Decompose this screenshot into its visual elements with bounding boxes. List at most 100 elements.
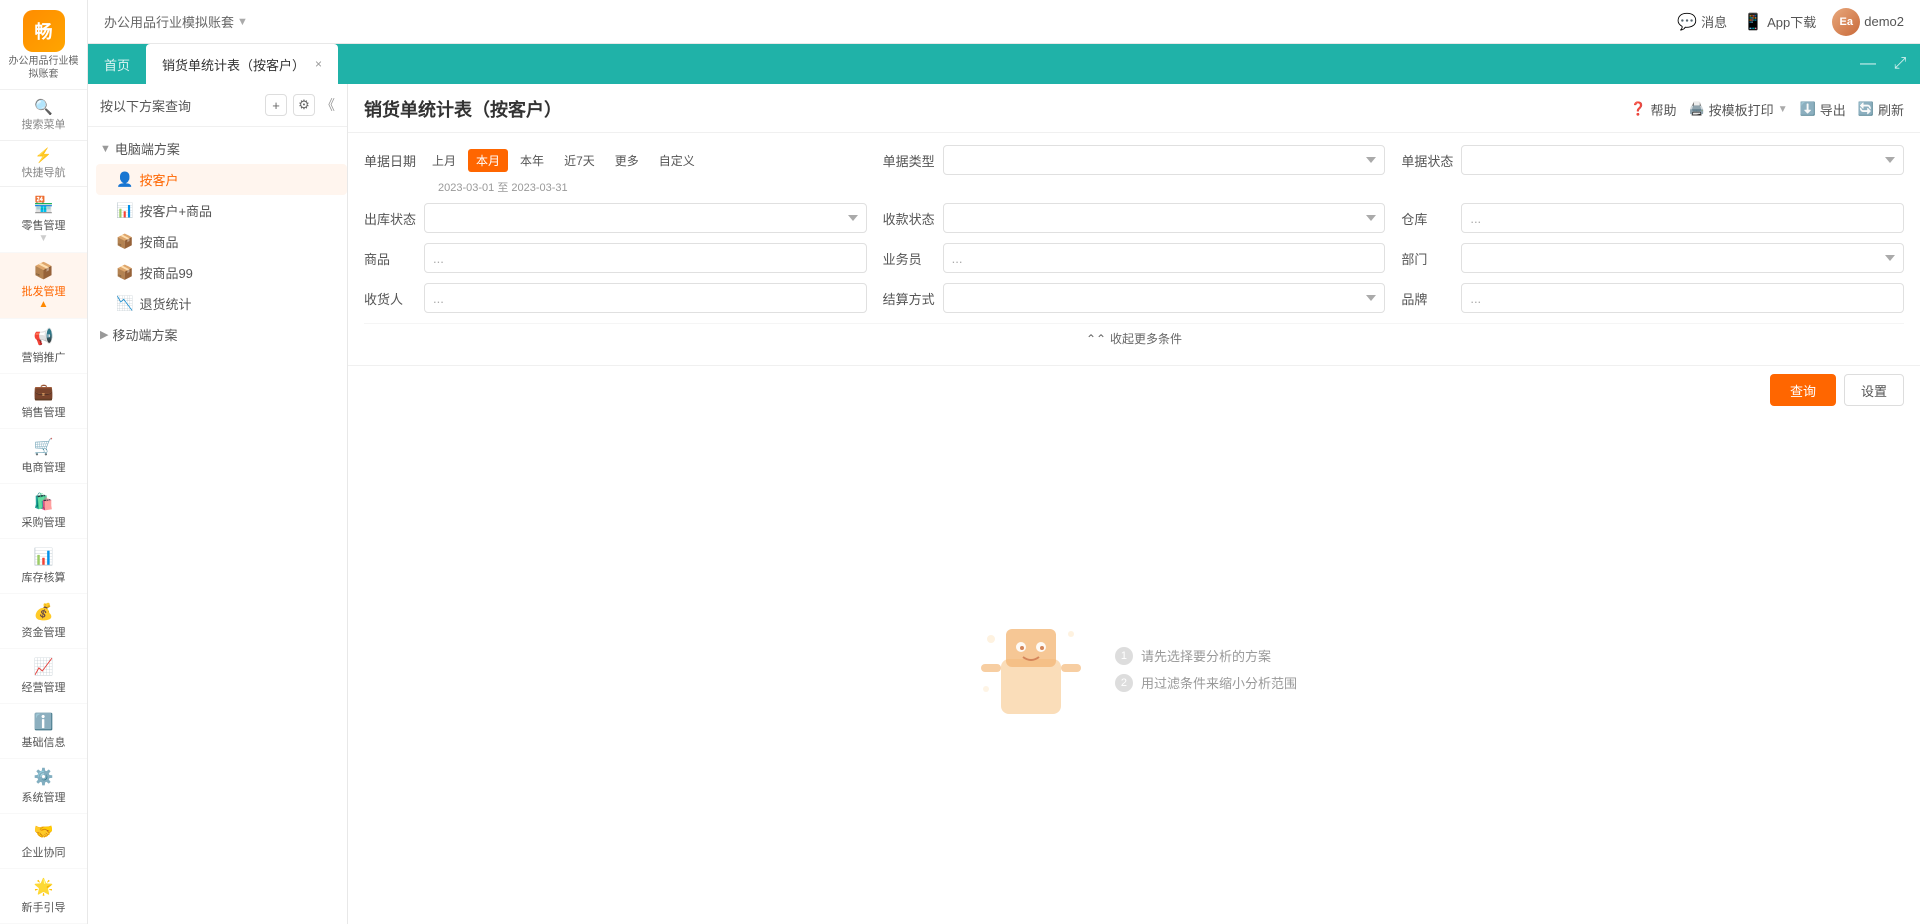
mobile-group-arrow: ▶ <box>100 328 108 341</box>
sidebar-item-newbie[interactable]: 🌟 新手引导 <box>0 869 87 924</box>
collapse-more-button[interactable]: ⌃⌃ 收起更多条件 <box>364 323 1904 353</box>
refresh-icon: 🔄 <box>1858 101 1874 117</box>
app-download-button[interactable]: 📱 App下载 <box>1743 12 1816 32</box>
sidebar-item-operations[interactable]: 📈 经营管理 <box>0 649 87 704</box>
receipt-status-select[interactable] <box>943 203 1386 233</box>
header-left: 办公用品行业模拟账套 ▼ <box>104 12 248 31</box>
page-header: 销货单统计表（按客户） ❓ 帮助 🖨️ 按模板打印 ▼ ⬇️ 导出 <box>348 84 1920 133</box>
main-area: 办公用品行业模拟账套 ▼ 💬 消息 📱 App下载 Ea demo2 首页 <box>88 0 1920 924</box>
content-area: 按以下方案查询 + ⚙ 《 ▼ 电脑端方案 👤 按客户 <box>88 84 1920 924</box>
mobile-group-label: 移动端方案 <box>112 325 177 344</box>
date-tab-current-year[interactable]: 本年 <box>512 149 552 172</box>
sidebar-item-sales[interactable]: 💼 销售管理 <box>0 374 87 429</box>
filter-row-3: 商品 ... 业务员 ... 部门 <box>364 243 1904 273</box>
date-range-text: 2023-03-01 至 2023-03-31 <box>438 182 568 194</box>
date-tab-custom[interactable]: 自定义 <box>651 149 703 172</box>
sidebar-item-inventory[interactable]: 📊 库存核算 <box>0 539 87 594</box>
help-button[interactable]: ❓ 帮助 <box>1630 100 1676 119</box>
refresh-button[interactable]: 🔄 刷新 <box>1858 100 1904 119</box>
out-status-select[interactable] <box>424 203 867 233</box>
filter-consignee: 收货人 ... <box>364 283 867 313</box>
mobile-group-header[interactable]: ▶ 移动端方案 <box>88 319 347 350</box>
date-tab-prev-month[interactable]: 上月 <box>424 149 464 172</box>
export-button[interactable]: ⬇️ 导出 <box>1800 100 1846 119</box>
product-icon: 📦 <box>116 233 133 250</box>
user-menu[interactable]: Ea demo2 <box>1832 8 1904 36</box>
consignee-label: 收货人 <box>364 289 416 308</box>
tab-expand-button[interactable]: ⤢ <box>1888 52 1912 76</box>
add-scheme-button[interactable]: + <box>265 94 287 116</box>
brand-dots[interactable]: ... <box>1470 291 1481 306</box>
page-title: 销货单统计表（按客户） <box>364 96 562 122</box>
sidebar-search[interactable]: 🔍 搜索菜单 <box>0 90 87 141</box>
settings-scheme-button[interactable]: ⚙ <box>293 94 315 116</box>
scheme-by-customer[interactable]: 👤 按客户 <box>96 164 347 195</box>
sidebar-item-system[interactable]: ⚙️ 系统管理 <box>0 759 87 814</box>
scheme-by-product[interactable]: 📦 按商品 <box>96 226 347 257</box>
tab-close-button[interactable]: × <box>315 57 322 71</box>
filter-row-1: 单据日期 上月 本月 本年 <box>364 145 1904 175</box>
doc-type-select[interactable] <box>943 145 1386 175</box>
sidebar-quick-nav[interactable]: ⚡ 快捷导航 <box>0 141 87 187</box>
sidebar-item-retail[interactable]: 🏪 零售管理 ▼ <box>0 187 87 253</box>
sidebar-item-marketing[interactable]: 📢 营销推广 <box>0 319 87 374</box>
avatar: Ea <box>1832 8 1860 36</box>
left-panel-header: 按以下方案查询 + ⚙ 《 <box>88 84 347 127</box>
header-right: 💬 消息 📱 App下载 Ea demo2 <box>1677 8 1904 36</box>
filter-out-status: 出库状态 <box>364 203 867 233</box>
empty-state: 1 请先选择要分析的方案 2 用过滤条件来缩小分析范围 <box>348 414 1920 924</box>
empty-hints: 1 请先选择要分析的方案 2 用过滤条件来缩小分析范围 <box>1115 646 1297 692</box>
consignee-dots[interactable]: ... <box>433 291 444 306</box>
date-tab-more[interactable]: 更多 <box>607 149 647 172</box>
sidebar: 畅 办公用品行业模拟账套 🔍 搜索菜单 ⚡ 快捷导航 🏪 零售管理 ▼ 📦 批发… <box>0 0 88 924</box>
empty-content: 1 请先选择要分析的方案 2 用过滤条件来缩小分析范围 <box>971 609 1297 729</box>
messages-button[interactable]: 💬 消息 <box>1677 12 1727 32</box>
product-dots[interactable]: ... <box>433 251 444 266</box>
warehouse-dots[interactable]: ... <box>1470 211 1481 226</box>
action-bar: 查询 设置 <box>348 366 1920 414</box>
scheme-by-customer-product[interactable]: 📊 按客户+商品 <box>96 195 347 226</box>
logo-icon: 畅 <box>23 10 65 52</box>
settlement-select[interactable] <box>943 283 1386 313</box>
help-icon: ❓ <box>1630 101 1646 117</box>
filter-row-4: 收货人 ... 结算方式 品牌 ... <box>364 283 1904 313</box>
query-button[interactable]: 查询 <box>1770 374 1836 406</box>
salesperson-dots[interactable]: ... <box>952 251 963 266</box>
out-status-label: 出库状态 <box>364 209 416 228</box>
desktop-group-arrow: ▼ <box>100 143 111 155</box>
left-panel: 按以下方案查询 + ⚙ 《 ▼ 电脑端方案 👤 按客户 <box>88 84 348 924</box>
salesperson-label: 业务员 <box>883 249 935 268</box>
tab-minimize-button[interactable]: — <box>1856 52 1880 76</box>
doc-status-select[interactable] <box>1461 145 1904 175</box>
sidebar-item-ecom[interactable]: 🛒 电商管理 <box>0 429 87 484</box>
date-tab-7days[interactable]: 近7天 <box>556 149 603 172</box>
doc-status-label: 单据状态 <box>1401 151 1453 170</box>
settlement-label: 结算方式 <box>883 289 935 308</box>
filter-product: 商品 ... <box>364 243 867 273</box>
scheme-refund-stats[interactable]: 📉 退货统计 <box>96 288 347 319</box>
settings-button[interactable]: 设置 <box>1844 374 1904 406</box>
collapse-panel-button[interactable]: 《 <box>321 95 335 115</box>
template-print-button[interactable]: 🖨️ 按模板打印 ▼ <box>1688 100 1787 119</box>
tab-home[interactable]: 首页 <box>88 44 146 84</box>
sidebar-item-wholesale[interactable]: 📦 批发管理 ▲ <box>0 253 87 319</box>
department-select[interactable] <box>1461 243 1904 273</box>
app-name-dropdown[interactable]: 办公用品行业模拟账套 ▼ <box>104 12 248 31</box>
left-panel-title: 按以下方案查询 <box>100 96 191 115</box>
desktop-scheme-group: ▼ 电脑端方案 👤 按客户 📊 按客户+商品 📦 <box>88 133 347 319</box>
tab-bar: 首页 销货单统计表（按客户） × — ⤢ <box>88 44 1920 84</box>
sidebar-item-basic[interactable]: ℹ️ 基础信息 <box>0 704 87 759</box>
sidebar-item-purchase[interactable]: 🛍️ 采购管理 <box>0 484 87 539</box>
scheme-by-product99[interactable]: 📦 按商品99 <box>96 257 347 288</box>
sidebar-logo: 畅 办公用品行业模拟账套 <box>0 0 87 90</box>
app-name-text: 办公用品行业模拟账套 <box>104 12 234 31</box>
product-label: 商品 <box>364 249 416 268</box>
sidebar-item-enterprise[interactable]: 🤝 企业协同 <box>0 814 87 869</box>
tab-current[interactable]: 销货单统计表（按客户） × <box>146 44 338 84</box>
sidebar-item-finance[interactable]: 💰 资金管理 <box>0 594 87 649</box>
print-dropdown-arrow: ▼ <box>1778 104 1788 115</box>
filter-area: 单据日期 上月 本月 本年 <box>348 133 1920 366</box>
date-tab-current-month[interactable]: 本月 <box>468 149 508 172</box>
warehouse-label: 仓库 <box>1401 209 1453 228</box>
desktop-group-header[interactable]: ▼ 电脑端方案 <box>88 133 347 164</box>
